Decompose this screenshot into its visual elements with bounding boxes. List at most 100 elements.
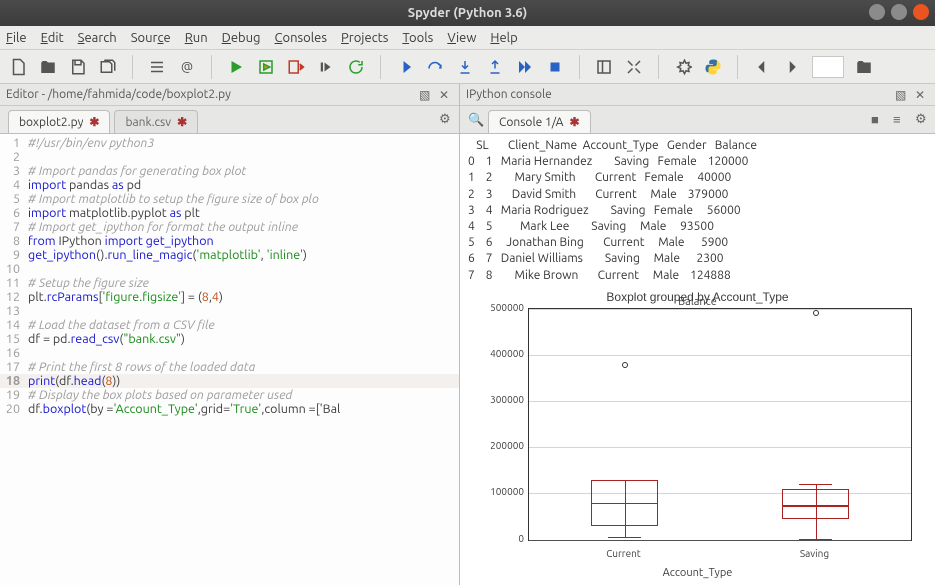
minimize-button[interactable] <box>869 4 885 20</box>
code-line[interactable]: 16 <box>0 346 459 360</box>
editor-options-icon[interactable]: ▧ <box>419 88 433 102</box>
code-line[interactable]: 19# Display the box plots based on param… <box>0 388 459 402</box>
menubar: File Edit Search Source Run Debug Consol… <box>0 26 935 50</box>
code-line[interactable]: 6import matplotlib.pyplot as plt <box>0 206 459 220</box>
debug-step-icon[interactable] <box>395 57 415 77</box>
console-options-icon[interactable]: ▧ <box>895 88 909 102</box>
menu-source[interactable]: Source <box>131 31 171 45</box>
run-cell-icon[interactable] <box>256 57 276 77</box>
chart-xlabel: Account_Type <box>663 567 733 579</box>
menu-view[interactable]: View <box>447 31 476 45</box>
menu-file[interactable]: File <box>6 31 27 45</box>
ytick-label: 100000 <box>478 486 524 497</box>
console-header: IPython console <box>466 88 552 101</box>
tab-console-1a[interactable]: Console 1/A ✱ <box>488 110 591 133</box>
window-title: Spyder (Python 3.6) <box>408 6 527 20</box>
menu-run[interactable]: Run <box>185 31 208 45</box>
save-all-icon[interactable] <box>98 57 118 77</box>
close-icon[interactable]: ✱ <box>177 115 187 129</box>
toolbar: @ <box>0 50 935 84</box>
console-close-icon[interactable]: ✕ <box>915 88 929 102</box>
debug-step-over-icon[interactable] <box>425 57 445 77</box>
menu-help[interactable]: Help <box>490 31 517 45</box>
debug-stop-icon[interactable] <box>545 57 565 77</box>
close-icon[interactable]: ✱ <box>89 115 99 129</box>
debug-step-out-icon[interactable] <box>485 57 505 77</box>
close-icon[interactable]: ✱ <box>569 115 579 129</box>
menu-edit[interactable]: Edit <box>41 31 64 45</box>
plot-area <box>528 308 912 541</box>
code-line[interactable]: 5# Import matplotlib to setup the figure… <box>0 192 459 206</box>
rerun-icon[interactable] <box>346 57 366 77</box>
ytick-label: 0 <box>478 533 524 544</box>
gear-icon[interactable]: ⚙ <box>439 112 453 126</box>
code-line[interactable]: 18print(df.head(8)) <box>0 374 459 388</box>
console-menu-icon[interactable]: ≡ <box>893 112 907 126</box>
menu-tools[interactable]: Tools <box>402 31 433 45</box>
tab-label: boxplot2.py <box>19 116 83 129</box>
gear-icon[interactable]: ⚙ <box>915 112 929 126</box>
tab-boxplot2[interactable]: boxplot2.py ✱ <box>8 110 110 133</box>
dataframe-output: SL Client_Name Account_Type Gender Balan… <box>468 138 927 284</box>
console-output[interactable]: SL Client_Name Account_Type Gender Balan… <box>460 134 935 585</box>
code-line[interactable]: 17# Print the first 8 rows of the loaded… <box>0 360 459 374</box>
code-line[interactable]: 14# Load the dataset from a CSV file <box>0 318 459 332</box>
back-icon[interactable] <box>752 57 772 77</box>
menu-debug[interactable]: Debug <box>222 31 261 45</box>
forward-icon[interactable] <box>782 57 802 77</box>
tab-label: bank.csv <box>125 116 171 129</box>
menu-search[interactable]: Search <box>78 31 117 45</box>
at-icon[interactable]: @ <box>177 57 197 77</box>
open-folder-icon[interactable] <box>38 57 58 77</box>
run-selection-icon[interactable] <box>316 57 336 77</box>
chart-output: Boxplot grouped by Account_Type Balance … <box>468 288 927 581</box>
code-line[interactable]: 7# Import get_ipython for format the out… <box>0 220 459 234</box>
ytick-label: 300000 <box>478 394 524 405</box>
close-window-button[interactable] <box>913 4 929 20</box>
code-line[interactable]: 9get_ipython().run_line_magic('matplotli… <box>0 248 459 262</box>
code-line[interactable]: 4import pandas as pd <box>0 178 459 192</box>
editor-close-icon[interactable]: ✕ <box>439 88 453 102</box>
editor-header: Editor - /home/fahmida/code/boxplot2.py <box>6 88 231 101</box>
outlier-point <box>622 362 628 368</box>
tab-label: Console 1/A <box>499 116 563 129</box>
code-line[interactable]: 15df = pd.read_csv("bank.csv") <box>0 332 459 346</box>
fullscreen-icon[interactable] <box>624 57 644 77</box>
outlier-point <box>813 310 819 316</box>
run-cell-advance-icon[interactable] <box>286 57 306 77</box>
maximize-pane-icon[interactable] <box>594 57 614 77</box>
code-line[interactable]: 20df.boxplot(by ='Account_Type',grid='Tr… <box>0 402 459 416</box>
working-dir-input[interactable] <box>812 56 844 78</box>
save-icon[interactable] <box>68 57 88 77</box>
list-icon[interactable] <box>147 57 167 77</box>
code-line[interactable]: 2 <box>0 150 459 164</box>
editor-pane: Editor - /home/fahmida/code/boxplot2.py … <box>0 84 460 585</box>
window-titlebar: Spyder (Python 3.6) <box>0 0 935 26</box>
console-tabs: 🔍 Console 1/A ✱ ■ ≡ ⚙ <box>460 106 935 134</box>
code-line[interactable]: 11# Setup the figure size <box>0 276 459 290</box>
code-line[interactable]: 1#!/usr/bin/env python3 <box>0 136 459 150</box>
code-line[interactable]: 10 <box>0 262 459 276</box>
code-line[interactable]: 13 <box>0 304 459 318</box>
debug-step-into-icon[interactable] <box>455 57 475 77</box>
ytick-label: 400000 <box>478 348 524 359</box>
stop-console-icon[interactable]: ■ <box>871 112 885 126</box>
code-line[interactable]: 12plt.rcParams['figure.figsize'] = (8,4) <box>0 290 459 304</box>
code-line[interactable]: 8from IPython import get_ipython <box>0 234 459 248</box>
debug-continue-icon[interactable] <box>515 57 535 77</box>
boxplot-box <box>782 489 849 519</box>
chart-subplot-title: Balance <box>678 296 717 308</box>
code-editor[interactable]: 1#!/usr/bin/env python323# Import pandas… <box>0 134 459 585</box>
maximize-button[interactable] <box>891 4 907 20</box>
preferences-icon[interactable] <box>673 57 693 77</box>
tab-bank-csv[interactable]: bank.csv ✱ <box>114 110 198 133</box>
python-path-icon[interactable] <box>703 57 723 77</box>
ytick-label: 200000 <box>478 440 524 451</box>
console-browse-icon[interactable]: 🔍 <box>468 113 482 127</box>
menu-consoles[interactable]: Consoles <box>275 31 327 45</box>
run-icon[interactable] <box>226 57 246 77</box>
new-file-icon[interactable] <box>8 57 28 77</box>
menu-projects[interactable]: Projects <box>341 31 388 45</box>
browse-dir-icon[interactable] <box>854 57 874 77</box>
code-line[interactable]: 3# Import pandas for generating box plot <box>0 164 459 178</box>
